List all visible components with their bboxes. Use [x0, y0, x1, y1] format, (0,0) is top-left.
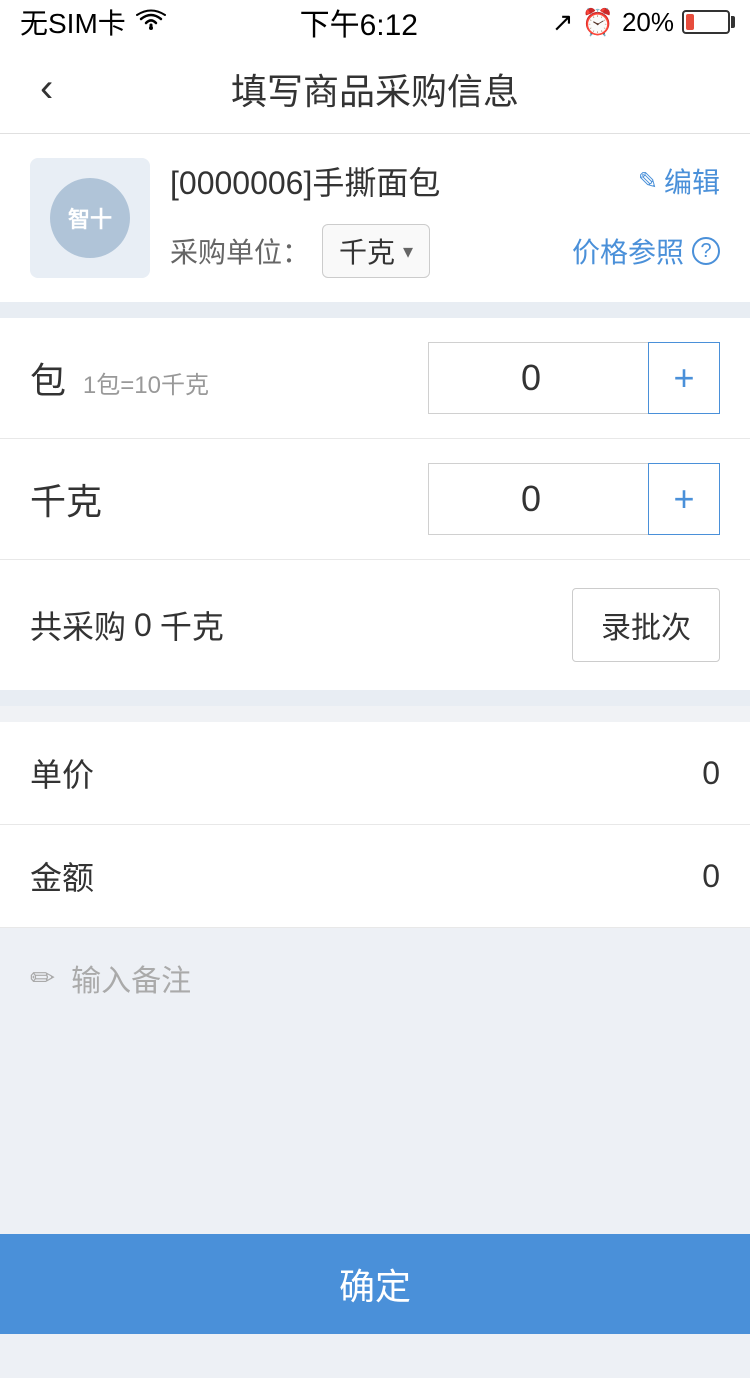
kg-label: 千克: [30, 481, 102, 522]
bao-label-group: 包 1包=10千克: [30, 352, 209, 404]
total-section: 共采购 0 千克 录批次: [0, 560, 750, 690]
kg-plus-button[interactable]: +: [648, 463, 720, 535]
back-button[interactable]: ‹: [30, 56, 63, 121]
chevron-down-icon: ▾: [403, 239, 413, 264]
product-name: [0000006]手撕面包: [170, 158, 440, 204]
bao-quantity-input[interactable]: [428, 342, 648, 414]
bao-input-group: +: [428, 342, 720, 414]
unit-value: 千克: [339, 231, 395, 271]
notes-placeholder: 输入备注: [71, 956, 191, 1000]
confirm-button[interactable]: 确定: [339, 1258, 411, 1310]
edit-button[interactable]: ✎ 编辑: [638, 161, 720, 201]
location-icon: ↗: [552, 7, 574, 38]
pencil-icon: ✏: [30, 961, 55, 996]
total-value: 0: [134, 607, 152, 644]
unit-selector-group: 采购单位： 千克 ▾: [170, 224, 430, 278]
total-prefix-label: 共采购: [30, 602, 126, 648]
page-title: 填写商品采购信息: [231, 63, 519, 115]
bao-plus-button[interactable]: +: [648, 342, 720, 414]
amount-value: 0: [702, 858, 720, 895]
edit-label: 编辑: [664, 161, 720, 201]
purchase-unit-row: 采购单位： 千克 ▾ 价格参照 ?: [170, 224, 720, 278]
status-left: 无SIM卡: [20, 2, 166, 42]
unit-price-value: 0: [702, 755, 720, 792]
product-card: 智十 [0000006]手撕面包 ✎ 编辑 采购单位： 千克 ▾ 价格参照 ?: [0, 134, 750, 302]
divider-1: [0, 302, 750, 318]
product-logo: 智十: [50, 178, 130, 258]
edit-icon: ✎: [638, 167, 658, 196]
battery-percent: 20%: [622, 7, 674, 38]
amount-label: 金额: [30, 853, 94, 899]
kg-input-row: 千克 +: [0, 439, 750, 560]
total-unit-label: 千克: [160, 602, 224, 648]
product-thumbnail: 智十: [30, 158, 150, 278]
price-ref-button[interactable]: 价格参照 ?: [572, 231, 720, 271]
wifi-icon: [136, 6, 166, 38]
unit-price-label: 单价: [30, 750, 94, 796]
kg-label-group: 千克: [30, 473, 110, 525]
unit-select[interactable]: 千克 ▾: [322, 224, 430, 278]
total-row: 共采购 0 千克 录批次: [0, 560, 750, 690]
unit-price-row: 单价 0: [0, 722, 750, 825]
notes-section[interactable]: ✏ 输入备注: [0, 928, 750, 1028]
alarm-icon: ⏰: [582, 7, 614, 38]
info-section: 单价 0 金额 0: [0, 722, 750, 928]
nav-bar: ‹ 填写商品采购信息: [0, 44, 750, 134]
divider-2: [0, 690, 750, 706]
price-ref-label: 价格参照: [572, 231, 684, 271]
input-section: 包 1包=10千克 + 千克 +: [0, 318, 750, 560]
purchase-unit-label: 采购单位：: [170, 231, 310, 271]
battery-icon: [682, 10, 730, 34]
batch-button[interactable]: 录批次: [572, 588, 720, 662]
product-title-row: [0000006]手撕面包 ✎ 编辑: [170, 158, 720, 204]
bao-label: 包: [30, 360, 66, 401]
kg-quantity-input[interactable]: [428, 463, 648, 535]
amount-row: 金额 0: [0, 825, 750, 928]
bao-sublabel: 1包=10千克: [83, 372, 209, 399]
confirm-bar[interactable]: 确定: [0, 1234, 750, 1334]
bao-input-row: 包 1包=10千克 +: [0, 318, 750, 439]
help-icon: ?: [692, 237, 720, 265]
kg-input-group: +: [428, 463, 720, 535]
status-time: 下午6:12: [300, 0, 418, 44]
carrier-label: 无SIM卡: [20, 2, 126, 42]
product-info: [0000006]手撕面包 ✎ 编辑 采购单位： 千克 ▾ 价格参照 ?: [170, 158, 720, 278]
status-right: ↗ ⏰ 20%: [552, 7, 730, 38]
status-bar: 无SIM卡 下午6:12 ↗ ⏰ 20%: [0, 0, 750, 44]
